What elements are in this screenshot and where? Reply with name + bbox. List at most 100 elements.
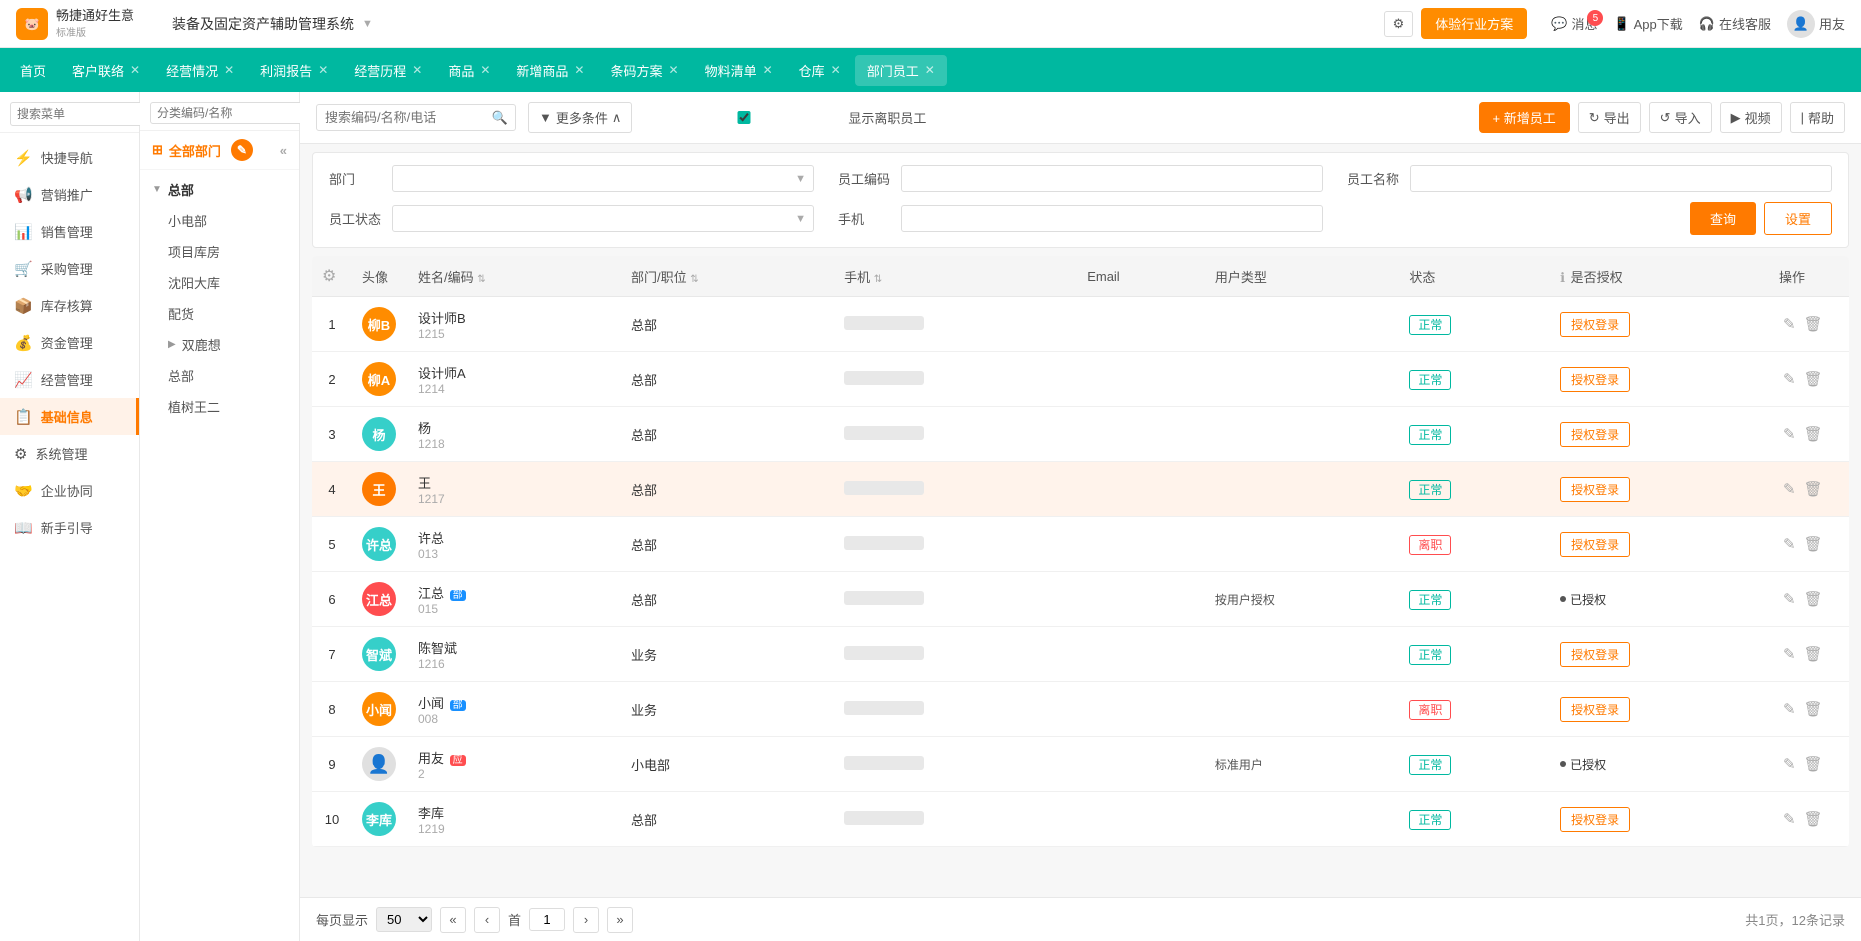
- dept-tree-item-peihuo[interactable]: 配货: [140, 298, 299, 329]
- empname-input[interactable]: [1410, 165, 1832, 192]
- sidebar-item-corp[interactable]: 🤝 企业协同: [0, 472, 139, 509]
- last-page-btn[interactable]: »: [607, 907, 633, 933]
- edit-btn[interactable]: ✎: [1779, 533, 1800, 555]
- nav-item-profit[interactable]: 利润报告 ✕: [248, 55, 340, 86]
- dept-select[interactable]: [392, 165, 814, 192]
- export-btn[interactable]: ↻ 导出: [1578, 102, 1641, 133]
- edit-btn[interactable]: ✎: [1779, 643, 1800, 665]
- page-input[interactable]: [529, 908, 565, 931]
- delete-btn[interactable]: 🗑: [1800, 423, 1827, 445]
- auth-btn[interactable]: 授权登录: [1560, 477, 1630, 502]
- dept-tree-group-general[interactable]: ▼ 总部: [140, 174, 299, 205]
- sidebar-item-finance[interactable]: 💰 资金管理: [0, 324, 139, 361]
- employee-search-input[interactable]: [316, 104, 516, 131]
- app-download-btn[interactable]: 📱 App下载: [1613, 14, 1682, 33]
- first-page-btn[interactable]: «: [440, 907, 466, 933]
- table-settings-icon[interactable]: ⚙: [322, 268, 336, 285]
- auth-btn[interactable]: 授权登录: [1560, 807, 1630, 832]
- col-phone[interactable]: 手机 ⇅: [834, 256, 1077, 297]
- search-btn[interactable]: 🔍: [492, 110, 508, 126]
- dept-tree-item-xiaodian[interactable]: 小电部: [140, 205, 299, 236]
- sidebar-item-business[interactable]: 📈 经营管理: [0, 361, 139, 398]
- message-btn[interactable]: 💬 消息 5: [1551, 14, 1597, 33]
- video-btn[interactable]: ▶ 视频: [1720, 102, 1782, 133]
- import-btn[interactable]: ↺ 导入: [1649, 102, 1712, 133]
- sidebar-item-sales[interactable]: 📊 销售管理: [0, 213, 139, 250]
- show-resigned-checkbox[interactable]: 显示离职员工: [644, 108, 926, 127]
- delete-btn[interactable]: 🗑: [1800, 533, 1827, 555]
- add-employee-btn[interactable]: + 新增员工: [1479, 102, 1570, 133]
- edit-btn[interactable]: ✎: [1779, 753, 1800, 775]
- edit-btn[interactable]: ✎: [1779, 313, 1800, 335]
- delete-btn[interactable]: 🗑: [1800, 478, 1827, 500]
- auth-btn[interactable]: 授权登录: [1560, 422, 1630, 447]
- auth-btn[interactable]: 授权登录: [1560, 532, 1630, 557]
- dept-collapse-btn[interactable]: «: [280, 143, 287, 158]
- nav-item-home[interactable]: 首页: [8, 55, 58, 86]
- sidebar-item-system[interactable]: ⚙ 系统管理: [0, 435, 139, 472]
- auth-btn[interactable]: 授权登录: [1560, 697, 1630, 722]
- edit-btn[interactable]: ✎: [1779, 698, 1800, 720]
- avatar: 李库: [362, 802, 396, 836]
- empcode-input[interactable]: [901, 165, 1323, 192]
- nav-item-operations[interactable]: 经营情况 ✕: [154, 55, 246, 86]
- edit-btn[interactable]: ✎: [1779, 423, 1800, 445]
- row-num: 9: [312, 737, 352, 792]
- dept-tree-item-shuanglu[interactable]: ▶ 双鹿想: [140, 329, 299, 360]
- edit-btn[interactable]: ✎: [1779, 588, 1800, 610]
- trial-btn[interactable]: 体验行业方案: [1421, 8, 1527, 39]
- auth-btn[interactable]: 授权登录: [1560, 312, 1630, 337]
- delete-btn[interactable]: 🗑: [1800, 643, 1827, 665]
- per-page-select[interactable]: 50 100 200: [376, 907, 432, 932]
- phone-input[interactable]: [901, 205, 1323, 232]
- col-name[interactable]: 姓名/编码 ⇅: [408, 256, 621, 297]
- sidebar-item-inventory[interactable]: 📦 库存核算: [0, 287, 139, 324]
- sidebar-item-guide[interactable]: 📖 新手引导: [0, 509, 139, 546]
- nav-item-barcode[interactable]: 条码方案 ✕: [598, 55, 690, 86]
- online-service-btn[interactable]: 🎧 在线客服: [1699, 14, 1771, 33]
- delete-btn[interactable]: 🗑: [1800, 808, 1827, 830]
- sidebar-item-marketing[interactable]: 📢 营销推广: [0, 176, 139, 213]
- edit-btn[interactable]: ✎: [1779, 368, 1800, 390]
- query-btn[interactable]: 查询: [1690, 202, 1756, 235]
- dept-tree-item-project[interactable]: 项目库房: [140, 236, 299, 267]
- user-avatar-btn[interactable]: 👤 用友: [1787, 10, 1845, 38]
- nav-item-goods[interactable]: 商品 ✕: [436, 55, 502, 86]
- dept-tree-item-shenyang[interactable]: 沈阳大库: [140, 267, 299, 298]
- edit-btn[interactable]: ✎: [1779, 478, 1800, 500]
- col-dept[interactable]: 部门/职位 ⇅: [621, 256, 834, 297]
- table-row: 4王王1217总部正常授权登录✎🗑: [312, 462, 1849, 517]
- row-num: 2: [312, 352, 352, 407]
- more-conditions-btn[interactable]: ▼ 更多条件 ∧: [528, 102, 632, 133]
- delete-btn[interactable]: 🗑: [1800, 698, 1827, 720]
- delete-btn[interactable]: 🗑: [1800, 368, 1827, 390]
- edit-btn[interactable]: ✎: [1779, 808, 1800, 830]
- settings-gear-btn[interactable]: ⚙: [1384, 11, 1414, 37]
- status-select[interactable]: [392, 205, 814, 232]
- dept-search-input[interactable]: [150, 102, 319, 124]
- dept-all-item[interactable]: ⊞ 全部部门 ✎ «: [140, 131, 299, 170]
- help-btn[interactable]: | 帮助: [1790, 102, 1845, 133]
- delete-btn[interactable]: 🗑: [1800, 588, 1827, 610]
- delete-btn[interactable]: 🗑: [1800, 313, 1827, 335]
- nav-item-newgoods[interactable]: 新增商品 ✕: [504, 55, 596, 86]
- dept-settings-btn[interactable]: ✎: [231, 139, 253, 161]
- reset-btn[interactable]: 设置: [1764, 202, 1832, 235]
- sidebar-item-purchase[interactable]: 🛒 采购管理: [0, 250, 139, 287]
- auth-btn[interactable]: 授权登录: [1560, 367, 1630, 392]
- nav-item-bom[interactable]: 物料清单 ✕: [693, 55, 785, 86]
- nav-item-history[interactable]: 经营历程 ✕: [342, 55, 434, 86]
- delete-btn[interactable]: 🗑: [1800, 753, 1827, 775]
- sidebar-item-quick-nav[interactable]: ⚡ 快捷导航: [0, 139, 139, 176]
- nav-item-warehouse[interactable]: 仓库 ✕: [787, 55, 853, 86]
- sidebar-item-basic[interactable]: 📋 基础信息: [0, 398, 139, 435]
- next-page-btn[interactable]: ›: [573, 907, 599, 933]
- prev-page-btn[interactable]: ‹: [474, 907, 500, 933]
- dept-tree-item-zongbu[interactable]: 总部: [140, 360, 299, 391]
- filter-row-empcode: 员工编码: [838, 165, 1323, 192]
- auth-btn[interactable]: 授权登录: [1560, 642, 1630, 667]
- col-settings: ⚙: [312, 256, 352, 297]
- nav-item-customers[interactable]: 客户联络 ✕: [60, 55, 152, 86]
- nav-item-staff[interactable]: 部门员工 ✕: [855, 55, 947, 86]
- dept-tree-item-zhishu[interactable]: 植树王二: [140, 391, 299, 422]
